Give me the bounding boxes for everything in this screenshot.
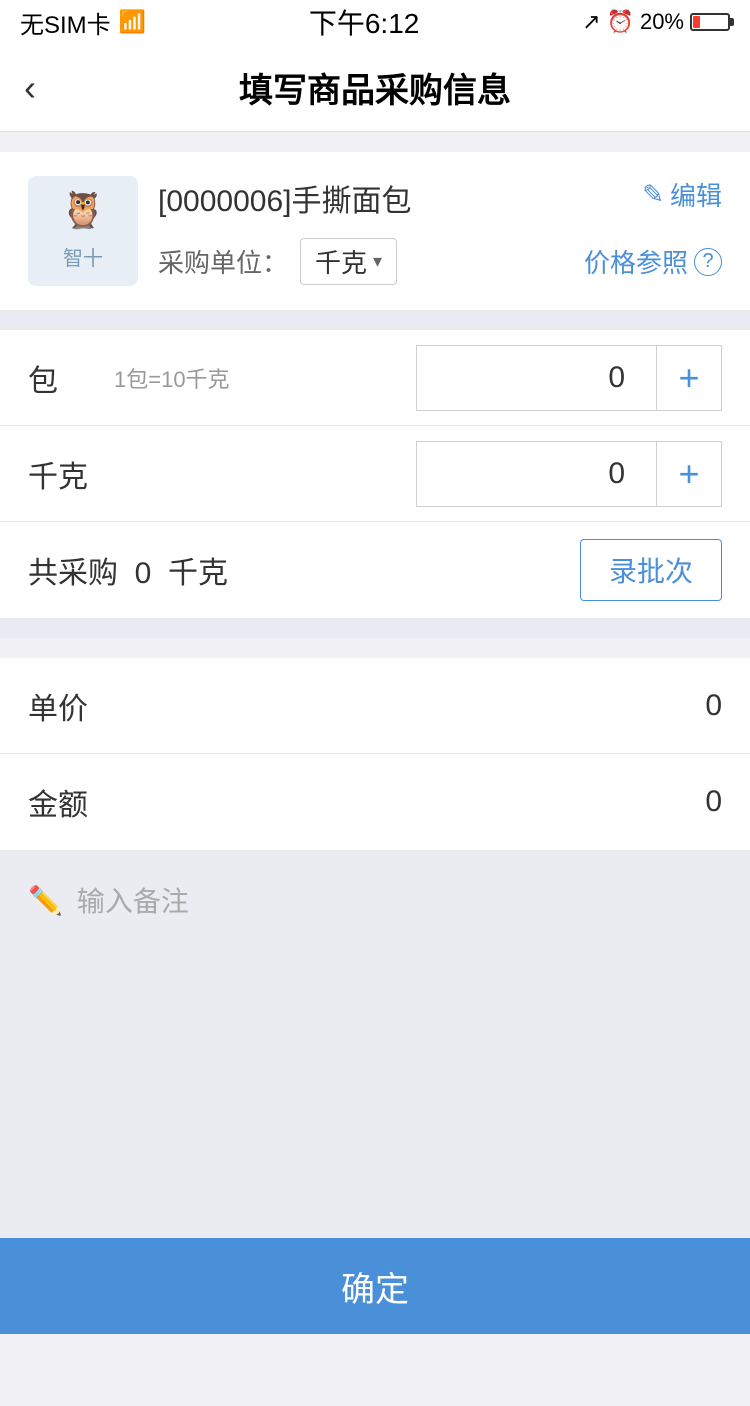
help-icon: ? (694, 248, 722, 276)
unit-price-label: 单价 (28, 684, 88, 728)
summary-row: 共采购 0 千克 录批次 (0, 522, 750, 618)
status-bar: 无SIM卡 📶 下午6:12 ↗ ⏰ 20% (0, 0, 750, 44)
time-display: 下午6:12 (309, 2, 420, 42)
amount-label: 金额 (28, 780, 88, 824)
confirm-button[interactable]: 确定 (0, 1238, 750, 1334)
kg-input[interactable] (416, 441, 656, 507)
product-logo: 🦉智十 (61, 188, 106, 274)
bao-input[interactable] (416, 345, 656, 411)
unit-label: 采购单位： (158, 243, 288, 280)
kg-input-row: 千克 + (0, 426, 750, 522)
summary-label: 共采购 0 千克 (28, 548, 228, 592)
nav-bar: ‹ 填写商品采购信息 (0, 44, 750, 132)
kg-plus-button[interactable]: + (656, 441, 722, 507)
gps-icon: ↗ (582, 9, 600, 35)
price-ref-button[interactable]: 价格参照 ? (584, 243, 722, 280)
price-section: 单价 0 金额 0 (0, 658, 750, 850)
pencil-icon: ✏️ (28, 884, 63, 917)
status-left: 无SIM卡 📶 (20, 5, 146, 40)
back-button[interactable]: ‹ (24, 67, 36, 109)
confirm-label: 确定 (341, 1262, 409, 1311)
bao-sublabel: 1包=10千克 (114, 362, 230, 394)
batch-button[interactable]: 录批次 (580, 539, 722, 601)
bao-label: 包 (28, 356, 108, 400)
bao-input-row: 包 1包=10千克 + (0, 330, 750, 426)
battery-icon (690, 13, 730, 31)
chevron-down-icon: ▾ (373, 251, 382, 272)
alarm-icon: ⏰ (607, 9, 634, 35)
status-right: ↗ ⏰ 20% (582, 9, 730, 35)
product-unit-row: 采购单位： 千克 ▾ 价格参照 ? (158, 238, 722, 285)
wifi-icon: 📶 (119, 9, 146, 35)
kg-label: 千克 (28, 452, 108, 496)
unit-select[interactable]: 千克 ▾ (300, 238, 397, 285)
battery-percent: 20% (640, 9, 684, 35)
product-info: [0000006]手撕面包 采购单位： 千克 ▾ 价格参照 ? (158, 176, 722, 285)
product-card: 🦉智十 [0000006]手撕面包 采购单位： 千克 ▾ 价格参照 ? ✎ 编辑 (0, 152, 750, 310)
unit-price-row: 单价 0 (0, 658, 750, 754)
edit-button[interactable]: ✎ 编辑 (642, 176, 722, 213)
product-name: [0000006]手撕面包 (158, 176, 722, 220)
kg-input-right: + (416, 441, 722, 507)
section-divider-1 (0, 310, 750, 330)
quantity-input-section: 包 1包=10千克 + 千克 + (0, 330, 750, 522)
edit-icon: ✎ (642, 179, 664, 210)
product-thumbnail: 🦉智十 (28, 176, 138, 286)
bao-input-right: + (416, 345, 722, 411)
note-placeholder: 输入备注 (77, 880, 189, 920)
bao-plus-button[interactable]: + (656, 345, 722, 411)
page-title: 填写商品采购信息 (239, 63, 511, 112)
amount-row: 金额 0 (0, 754, 750, 850)
note-section[interactable]: ✏️ 输入备注 (0, 850, 750, 950)
section-divider-2 (0, 618, 750, 638)
amount-value: 0 (705, 785, 722, 819)
carrier-text: 无SIM卡 (20, 5, 111, 40)
unit-price-value: 0 (705, 689, 722, 723)
